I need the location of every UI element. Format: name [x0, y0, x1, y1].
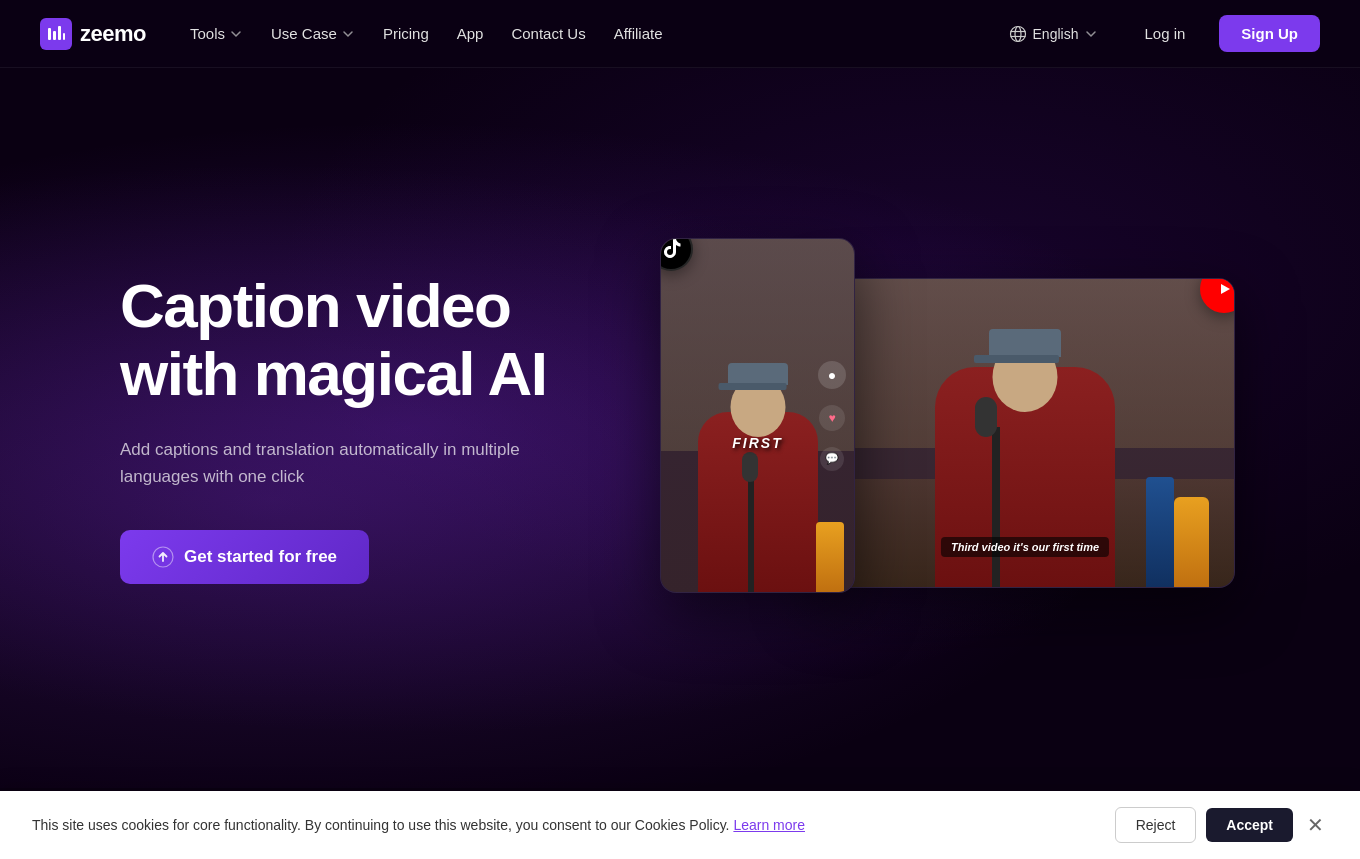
hero-subtitle: Add captions and translation automatical…: [120, 436, 520, 490]
cookie-close-button[interactable]: ✕: [1303, 811, 1328, 839]
svg-rect-2: [58, 26, 61, 40]
tools-chevron-icon: [229, 27, 243, 41]
hero-left: Caption video with magical AI Add captio…: [120, 272, 620, 585]
nav-links: Tools Use Case Pricing App Contact Us: [178, 17, 675, 50]
tiktok-actions: ● ♥ 💬: [818, 361, 846, 471]
hero-section: Caption video with magical AI Add captio…: [0, 68, 1360, 788]
nav-affiliate[interactable]: Affiliate: [602, 17, 675, 50]
upload-icon: [152, 546, 174, 568]
youtube-video-card: Third video it's our first time: [815, 278, 1235, 588]
tiktok-video-bg: ● ♥ 💬 FIRST: [661, 239, 854, 592]
nav-left: zeemo Tools Use Case Pricing App: [40, 17, 675, 50]
svg-rect-3: [63, 33, 65, 40]
tiktok-icon: [660, 238, 682, 261]
svg-rect-0: [48, 28, 51, 40]
tiktok-video-card: ● ♥ 💬 FIRST: [660, 238, 855, 593]
logo-icon: [40, 18, 72, 50]
use-case-chevron-icon: [341, 27, 355, 41]
globe-icon: [1009, 25, 1027, 43]
login-button[interactable]: Log in: [1126, 17, 1203, 50]
cookie-accept-button[interactable]: Accept: [1206, 808, 1293, 842]
svg-rect-1: [53, 31, 56, 40]
nav-app[interactable]: App: [445, 17, 496, 50]
nav-tools[interactable]: Tools: [178, 17, 255, 50]
logo-text: zeemo: [80, 21, 146, 47]
nav-pricing[interactable]: Pricing: [371, 17, 441, 50]
youtube-video-bg: Third video it's our first time: [816, 279, 1234, 587]
hero-right: Third video it's our first time: [660, 238, 1280, 618]
signup-button[interactable]: Sign Up: [1219, 15, 1320, 52]
nav-right: English Log in Sign Up: [997, 15, 1320, 52]
navbar: zeemo Tools Use Case Pricing App: [0, 0, 1360, 68]
tiktok-caption: FIRST: [732, 435, 782, 451]
cookie-text: This site uses cookies for core function…: [32, 817, 1095, 833]
hero-title: Caption video with magical AI: [120, 272, 620, 408]
cookie-banner: This site uses cookies for core function…: [0, 791, 1360, 859]
cookie-reject-button[interactable]: Reject: [1115, 807, 1197, 843]
language-selector[interactable]: English: [997, 19, 1111, 49]
cookie-learn-more-link[interactable]: Learn more: [733, 817, 805, 833]
svg-point-5: [1015, 26, 1021, 41]
nav-use-case[interactable]: Use Case: [259, 17, 367, 50]
language-chevron-icon: [1084, 27, 1098, 41]
nav-contact-us[interactable]: Contact Us: [499, 17, 597, 50]
close-icon: ✕: [1307, 814, 1324, 836]
svg-point-4: [1010, 26, 1025, 41]
logo[interactable]: zeemo: [40, 18, 146, 50]
cookie-actions: Reject Accept ✕: [1115, 807, 1328, 843]
logo-svg: [46, 24, 66, 44]
cta-label: Get started for free: [184, 547, 337, 567]
language-label: English: [1033, 26, 1079, 42]
youtube-icon: [1210, 279, 1235, 299]
cta-button[interactable]: Get started for free: [120, 530, 369, 584]
youtube-caption: Third video it's our first time: [941, 537, 1109, 557]
